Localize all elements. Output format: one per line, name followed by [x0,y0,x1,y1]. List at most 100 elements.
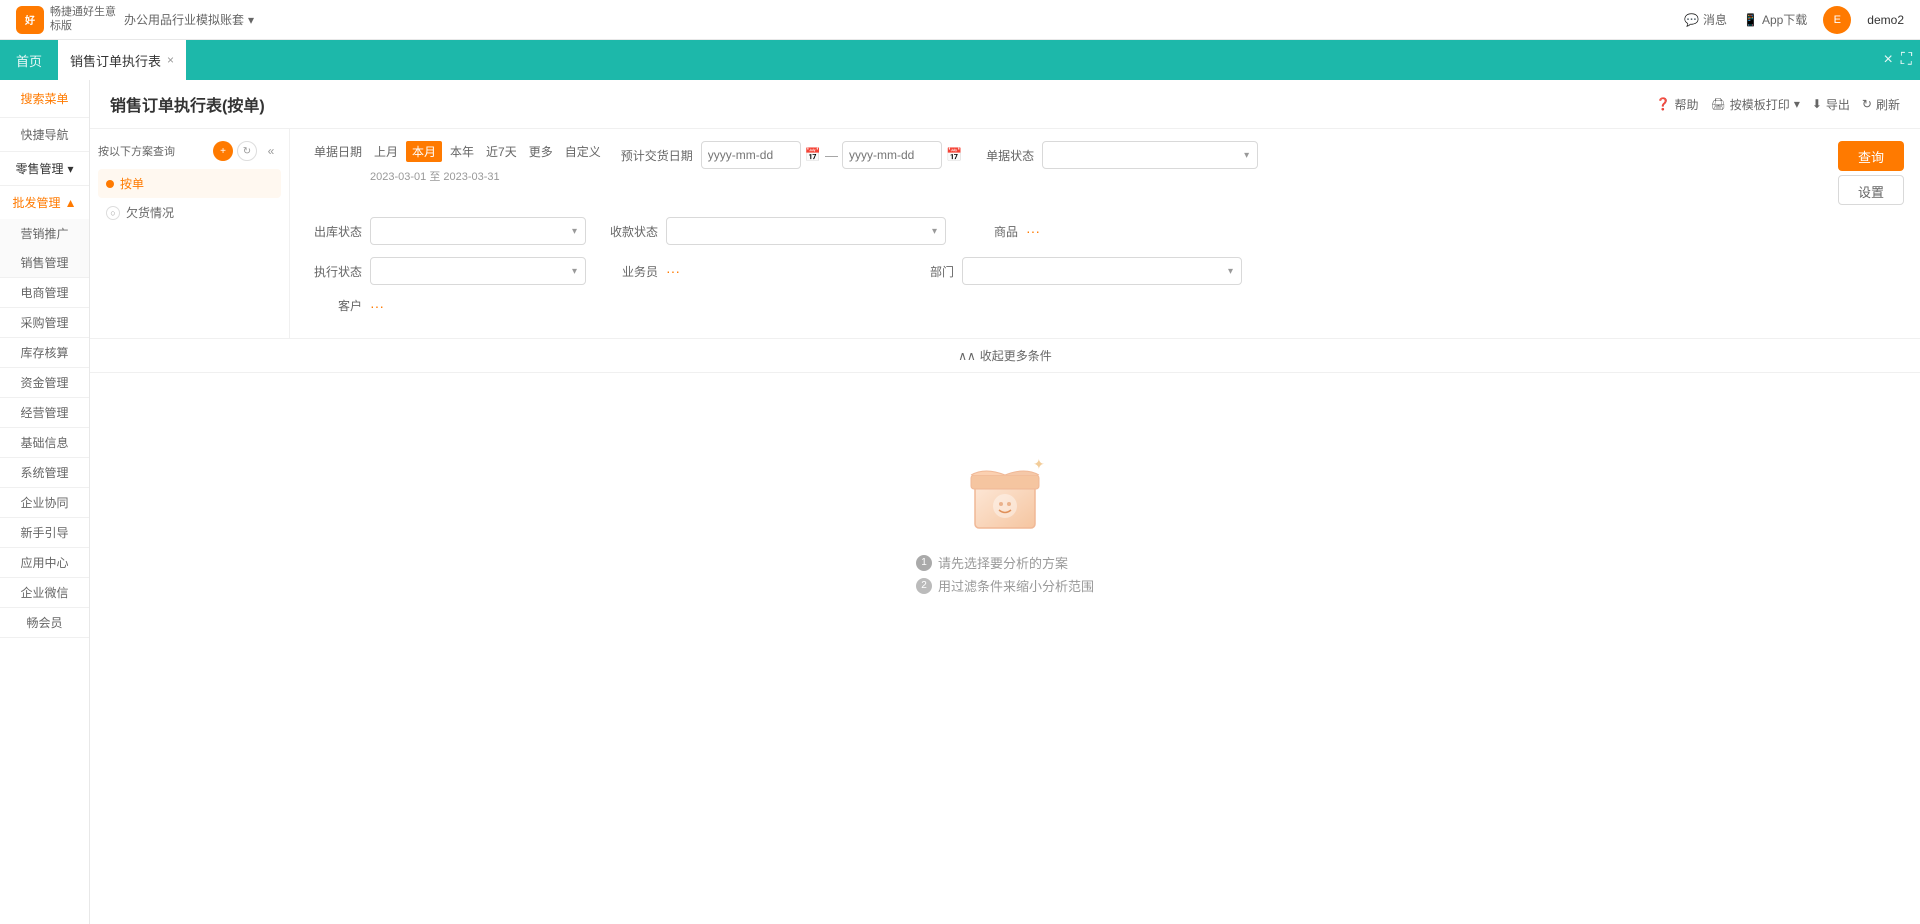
header-right: 💬 消息 📱 App下载 E demo2 [1684,6,1904,34]
sidebar-item-purchase[interactable]: 采购管理 [0,308,89,337]
date-tab-last-month[interactable]: 上月 [370,141,402,162]
delivery-status-select[interactable]: ▾ [370,217,586,245]
predicted-date-range: 📅 — 📅 [701,141,962,169]
setting-button[interactable]: 设置 [1838,175,1904,205]
collection-status-label: 收款状态 [602,223,658,240]
tab-close-icon[interactable]: × [167,53,174,67]
add-plan-btn[interactable]: + [213,141,233,161]
plan-nav-item-order[interactable]: 按单 [98,169,281,198]
dept-label: 部门 [898,263,954,280]
exec-status-field: 执行状态 ▾ [306,257,586,285]
filter-row-4: 客户 ··· [306,297,1904,314]
search-button[interactable]: 查询 [1838,141,1904,171]
filter-actions: 查询 设置 [1838,141,1904,205]
date-tab-this-year[interactable]: 本年 [446,141,478,162]
message-action[interactable]: 💬 消息 [1684,11,1727,28]
window-maximize-icon[interactable]: ⛶ [1901,51,1912,69]
sidebar-group-retail: 零售管理 ▾ [0,152,89,186]
delivery-status-field: 出库状态 ▾ [306,217,586,245]
logo-icon: 好 [16,6,44,34]
salesman-dots[interactable]: ··· [666,263,680,279]
plan-nav-item-backorder[interactable]: ○ 欠货情况 [98,198,281,227]
sidebar-item-newbie[interactable]: 新手引导 [0,518,89,547]
calendar-start-icon[interactable]: 📅 [805,147,821,163]
date-tab-7days[interactable]: 近7天 [482,141,521,162]
filter-left: 按以下方案查询 + ↻ « [90,129,290,338]
date-tab-this-month[interactable]: 本月 [406,141,442,162]
sidebar-group-basics: 基础信息 [0,428,89,458]
page-content: 销售订单执行表(按单) ❓ 帮助 🖨 按模板打印 ▾ ⬇ 导出 [90,80,1920,924]
dept-select-arrow: ▾ [1228,266,1233,277]
dept-select[interactable]: ▾ [962,257,1242,285]
sidebar-sub-sales[interactable]: 销售管理 [0,248,89,277]
phone-icon: 📱 [1743,13,1758,27]
delivery-status-label: 出库状态 [306,223,362,240]
delivery-select-arrow: ▾ [572,226,577,237]
sidebar-group-vip: 畅会员 [0,608,89,638]
sidebar-sub-marketing[interactable]: 营销推广 [0,219,89,248]
empty-svg: ✦ [955,453,1055,533]
refresh-icon: ↻ [1862,97,1872,111]
sidebar-group-purchase: 采购管理 [0,308,89,338]
sidebar-item-wholesale[interactable]: 批发管理 ▲ [0,186,89,219]
product-dots[interactable]: ··· [1026,223,1040,239]
refresh-plan-btn[interactable]: ↻ [237,141,257,161]
sidebar-item-appcenter[interactable]: 应用中心 [0,548,89,577]
date-separator: — [825,148,838,163]
collection-status-select[interactable]: ▾ [666,217,946,245]
doc-date-label: 单据日期 [306,143,362,160]
salesman-label: 业务员 [602,263,658,280]
predicted-date-end-input[interactable] [842,141,942,169]
sidebar-item-operations[interactable]: 经营管理 [0,398,89,427]
sidebar-item-vip[interactable]: 畅会员 [0,608,89,637]
customer-dots[interactable]: ··· [370,298,384,314]
product-label: 商品 [962,223,1018,240]
sidebar-item-corpwechat[interactable]: 企业微信 [0,578,89,607]
date-tab-more[interactable]: 更多 [525,141,557,162]
collapse-icon: ∧∧ [958,349,976,363]
collapse-bar[interactable]: ∧∧ 收起更多条件 [90,338,1920,372]
sidebar-item-basics[interactable]: 基础信息 [0,428,89,457]
sidebar-item-finance[interactable]: 资金管理 [0,368,89,397]
sidebar-item-enterprise[interactable]: 企业协同 [0,488,89,517]
predicted-date-start-input[interactable] [701,141,801,169]
filter-row-2: 出库状态 ▾ 收款状态 ▾ [306,217,1904,245]
exec-select-arrow: ▾ [572,266,577,277]
svg-text:✦: ✦ [1033,456,1045,472]
empty-state: ✦ 1 请先选择要分析的方案 2 用过滤条件来缩小 [90,373,1920,679]
filter-panel: 按以下方案查询 + ↻ « [90,129,1920,338]
sidebar-item-inventory[interactable]: 库存核算 [0,338,89,367]
collapse-left-btn[interactable]: « [261,141,281,161]
date-tabs: 上月 本月 本年 近7天 更多 自定义 [370,141,605,162]
window-close-icon[interactable]: × [1883,51,1892,69]
exec-status-select[interactable]: ▾ [370,257,586,285]
tab-home[interactable]: 首页 [0,40,58,80]
dept-field: 部门 ▾ [898,257,1242,285]
help-btn[interactable]: ❓ 帮助 [1656,96,1699,113]
sidebar-shortcut[interactable]: 快捷导航 [0,118,89,152]
filter-left-header: 按以下方案查询 + ↻ « [98,141,281,161]
tab-bar: 首页 销售订单执行表 × × ⛶ [0,40,1920,80]
refresh-btn[interactable]: ↻ 刷新 [1862,96,1900,113]
sidebar-group-newbie: 新手引导 [0,518,89,548]
print-btn[interactable]: 🖨 按模板打印 ▾ [1711,96,1800,113]
sidebar-group-finance: 资金管理 [0,368,89,398]
date-range-text: 2023-03-01 至 2023-03-31 [370,168,605,184]
breadcrumb[interactable]: 办公用品行业模拟账套 ▾ [124,11,254,28]
content-area: 销售订单执行表(按单) ❓ 帮助 🖨 按模板打印 ▾ ⬇ 导出 [90,80,1920,924]
app-download-action[interactable]: 📱 App下载 [1743,11,1807,28]
top-header: 好 畅捷通好生意 标版 办公用品行业模拟账套 ▾ 💬 消息 📱 App下载 E … [0,0,1920,40]
user-name[interactable]: demo2 [1867,13,1904,27]
date-tab-custom[interactable]: 自定义 [561,141,605,162]
sidebar-item-system[interactable]: 系统管理 [0,458,89,487]
tab-sales-execution[interactable]: 销售订单执行表 × [58,40,186,80]
doc-status-arrow: ▾ [1244,150,1249,161]
doc-status-select[interactable]: ▾ [1042,141,1258,169]
filter-row-1: 单据日期 上月 本月 本年 近7天 更多 自定义 [306,141,1904,205]
sidebar-item-ecommerce[interactable]: 电商管理 [0,278,89,307]
sidebar-search[interactable]: 搜索菜单 [0,80,89,118]
export-btn[interactable]: ⬇ 导出 [1812,96,1850,113]
avatar[interactable]: E [1823,6,1851,34]
calendar-end-icon[interactable]: 📅 [946,147,962,163]
sidebar-item-retail[interactable]: 零售管理 ▾ [0,152,89,185]
